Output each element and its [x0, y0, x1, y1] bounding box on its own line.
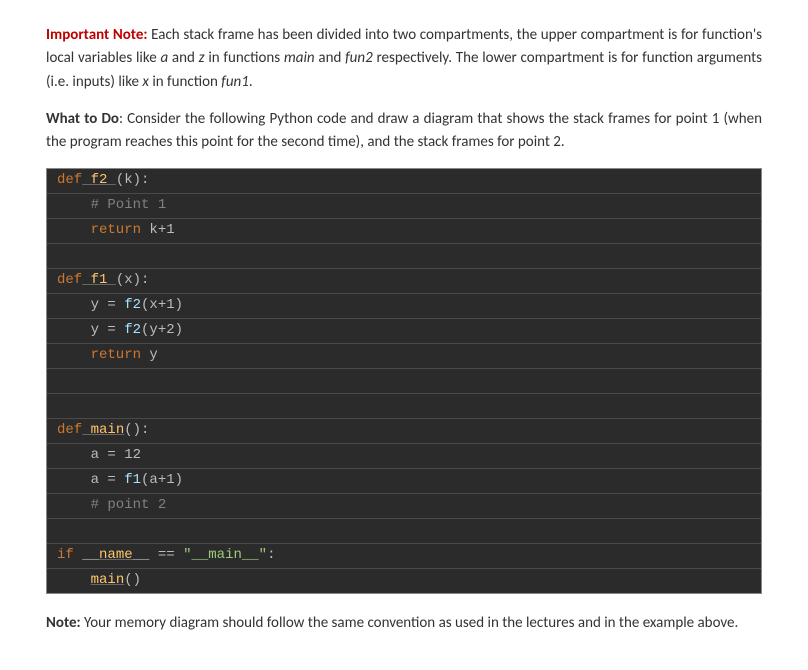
- code-line: [47, 394, 761, 419]
- code-line: [47, 369, 761, 394]
- var-a: a: [160, 49, 168, 67]
- what-to-do-label: What to Do: [46, 110, 119, 128]
- code-line: return y: [47, 344, 761, 369]
- code-line: def main():: [47, 419, 761, 444]
- important-note-label: Important Note:: [46, 26, 148, 44]
- text: in functions: [205, 49, 284, 67]
- text: in function: [149, 73, 221, 91]
- code-line: # point 2: [47, 494, 761, 519]
- fn-fun2: fun2: [345, 49, 373, 67]
- note-label: Note:: [46, 614, 81, 632]
- code-line: y = f2(x+1): [47, 294, 761, 319]
- text: and: [168, 49, 198, 67]
- text: : Consider the following Python code and…: [46, 110, 762, 151]
- code-line: if __name__ == "__main__":: [47, 544, 761, 569]
- code-line: def f2 (k):: [47, 169, 761, 194]
- code-line: a = f1(a+1): [47, 469, 761, 494]
- fn-fun1: fun1: [221, 73, 249, 91]
- code-block: def f2 (k): # Point 1 return k+1 def f1 …: [46, 168, 762, 594]
- text: and: [315, 49, 345, 67]
- important-note-paragraph: Important Note: Each stack frame has bee…: [46, 24, 762, 94]
- code-line: def f1 (x):: [47, 269, 761, 294]
- text: Your memory diagram should follow the sa…: [81, 614, 739, 632]
- code-line: [47, 519, 761, 544]
- text: .: [249, 73, 253, 91]
- code-line: main(): [47, 569, 761, 593]
- note-paragraph: Note: Your memory diagram should follow …: [46, 612, 762, 635]
- code-line: y = f2(y+2): [47, 319, 761, 344]
- code-line: [47, 244, 761, 269]
- what-to-do-paragraph: What to Do: Consider the following Pytho…: [46, 108, 762, 155]
- page-content: Important Note: Each stack frame has bee…: [0, 0, 808, 670]
- code-line: return k+1: [47, 219, 761, 244]
- code-line: # Point 1: [47, 194, 761, 219]
- code-line: a = 12: [47, 444, 761, 469]
- fn-main: main: [284, 49, 315, 67]
